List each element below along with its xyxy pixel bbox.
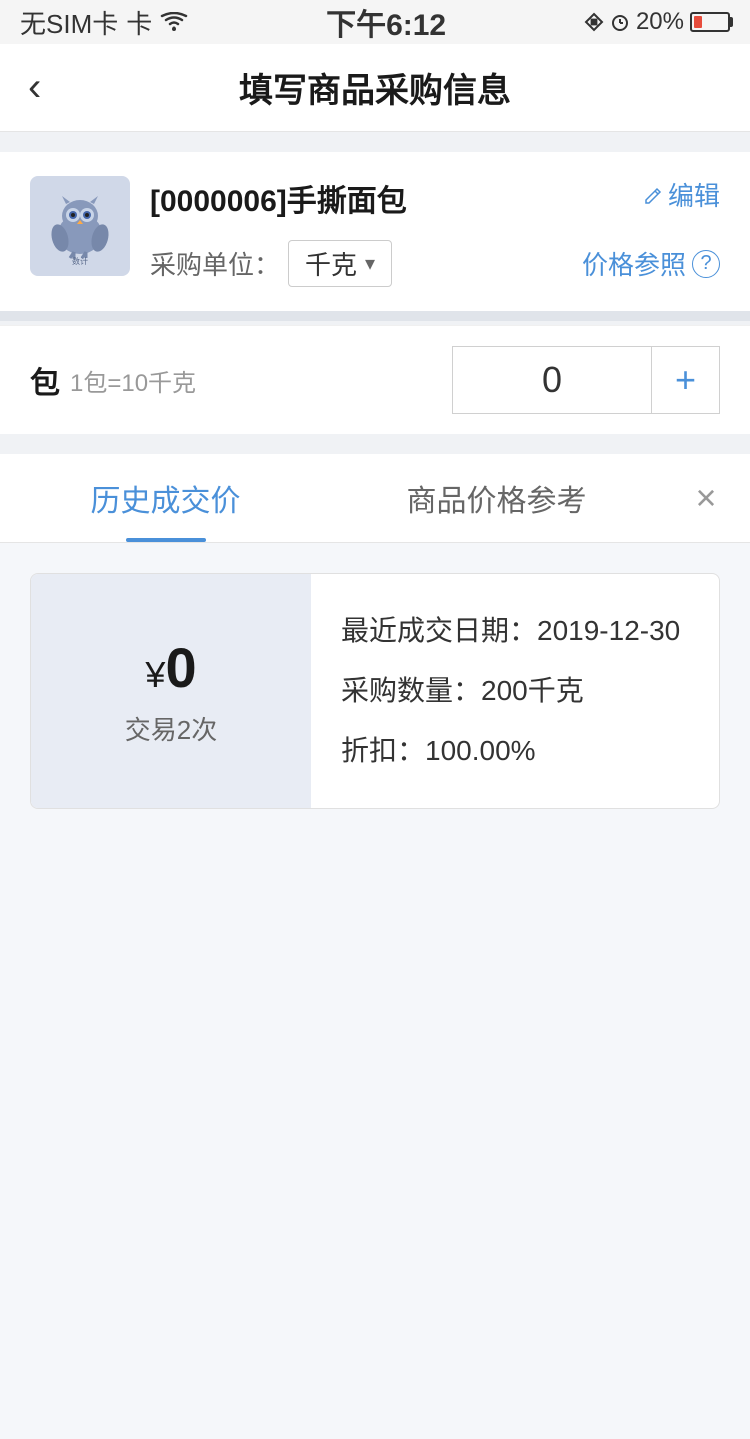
status-bar: 无SIM卡 卡 下午6:12 20% bbox=[0, 0, 750, 44]
alarm-icon bbox=[610, 12, 630, 32]
tab-price-ref-label: 商品价格参考 bbox=[407, 476, 587, 520]
unit-left: 采购单位： 千克 ▾ bbox=[150, 240, 392, 287]
product-id: [0000006] bbox=[150, 185, 287, 218]
sim-card-icon: 卡 bbox=[126, 4, 152, 41]
back-button[interactable]: ‹ bbox=[28, 65, 41, 110]
qty-unit: 包 bbox=[30, 358, 60, 402]
recent-date-value: 2019-12-30 bbox=[537, 615, 680, 646]
recent-date-row: 最近成交日期：2019-12-30 bbox=[341, 610, 689, 652]
unit-label: 采购单位： bbox=[150, 245, 280, 282]
purchase-qty-row: 采购数量：200千克 bbox=[341, 670, 689, 712]
tab-history-label: 历史成交价 bbox=[91, 476, 241, 520]
product-name: [0000006]手撕面包 bbox=[150, 176, 407, 220]
price-card: ¥0 交易2次 最近成交日期：2019-12-30 采购数量：200千克 折扣：… bbox=[30, 573, 720, 809]
nav-bar: ‹ 填写商品采购信息 bbox=[0, 44, 750, 132]
price-trades: 交易2次 bbox=[125, 710, 217, 747]
product-thumbnail: 数计 bbox=[40, 186, 120, 266]
page-title: 填写商品采购信息 bbox=[239, 63, 511, 112]
tab-price-ref[interactable]: 商品价格参考 bbox=[331, 454, 662, 542]
product-name-text: 手撕面包 bbox=[287, 185, 407, 218]
quantity-input[interactable] bbox=[452, 346, 652, 414]
currency-symbol: ¥ bbox=[145, 654, 165, 695]
dropdown-arrow-icon: ▾ bbox=[365, 251, 375, 276]
tabs-container: 历史成交价 商品价格参考 × bbox=[0, 454, 750, 543]
help-icon: ? bbox=[692, 250, 720, 278]
purchase-qty-label: 采购数量： bbox=[341, 675, 481, 706]
product-header: [0000006]手撕面包 编辑 bbox=[150, 176, 720, 220]
battery-icon bbox=[690, 12, 730, 32]
battery-percent: 20% bbox=[636, 8, 684, 36]
purchase-qty-value: 200千克 bbox=[481, 675, 584, 706]
price-card-left: ¥0 交易2次 bbox=[31, 574, 311, 808]
status-time: 下午6:12 bbox=[326, 0, 446, 44]
quantity-input-group: + bbox=[452, 346, 720, 414]
carrier-label: 无SIM卡 bbox=[20, 4, 118, 41]
unit-selector[interactable]: 千克 ▾ bbox=[288, 240, 392, 287]
product-image: 数计 bbox=[30, 176, 130, 276]
price-amount: ¥0 bbox=[145, 635, 196, 700]
discount-row: 折扣：100.00% bbox=[341, 730, 689, 772]
plus-button[interactable]: + bbox=[652, 346, 720, 414]
divider-bar bbox=[0, 311, 750, 321]
svg-text:数计: 数计 bbox=[72, 256, 88, 266]
tab-history-price[interactable]: 历史成交价 bbox=[0, 454, 331, 542]
quantity-label: 包 1包=10千克 bbox=[30, 358, 196, 402]
discount-value: 100.00% bbox=[425, 735, 536, 766]
recent-date-label: 最近成交日期： bbox=[341, 615, 537, 646]
price-card-container: ¥0 交易2次 最近成交日期：2019-12-30 采购数量：200千克 折扣：… bbox=[0, 543, 750, 839]
product-section: 数计 [0000006]手撕面包 编辑 采购单位： 千克 ▾ bbox=[0, 152, 750, 311]
location-icon bbox=[584, 12, 604, 32]
product-unit-row: 采购单位： 千克 ▾ 价格参照 ? bbox=[150, 240, 720, 287]
price-card-right: 最近成交日期：2019-12-30 采购数量：200千克 折扣：100.00% bbox=[311, 574, 719, 808]
product-info: [0000006]手撕面包 编辑 采购单位： 千克 ▾ 价格参照 ? bbox=[150, 176, 720, 287]
price-ref-label: 价格参照 bbox=[582, 245, 686, 282]
status-right: 20% bbox=[584, 8, 730, 36]
price-value: 0 bbox=[165, 636, 196, 699]
price-ref-button[interactable]: 价格参照 ? bbox=[582, 245, 720, 282]
bottom-space bbox=[0, 839, 750, 1439]
wifi-icon bbox=[160, 12, 188, 32]
quantity-row: 包 1包=10千克 + bbox=[0, 325, 750, 434]
qty-conversion: 1包=10千克 bbox=[70, 363, 196, 398]
edit-button[interactable]: 编辑 bbox=[642, 176, 720, 213]
status-left: 无SIM卡 卡 bbox=[20, 4, 188, 41]
tab-active-underline bbox=[126, 538, 206, 542]
unit-value: 千克 bbox=[305, 245, 357, 282]
tab-close-button[interactable]: × bbox=[662, 454, 750, 542]
edit-icon bbox=[642, 184, 664, 206]
discount-label: 折扣： bbox=[341, 735, 425, 766]
